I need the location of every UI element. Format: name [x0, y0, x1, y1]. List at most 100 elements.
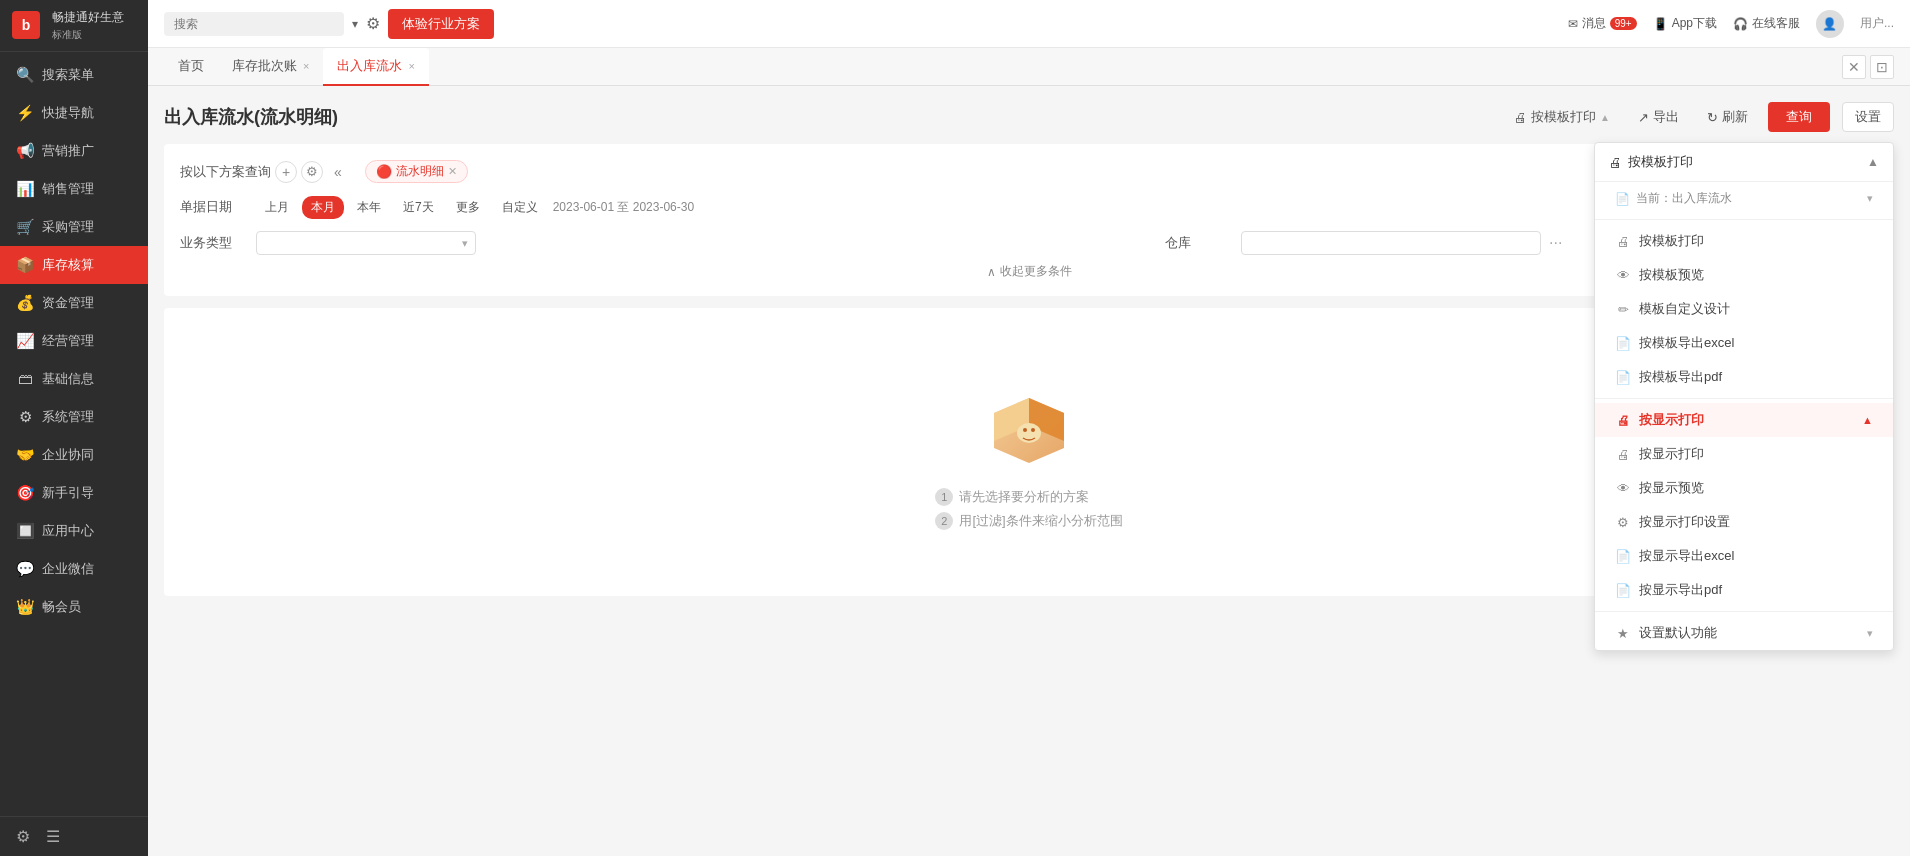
- logo-text: 畅捷通好生意: [52, 10, 124, 26]
- empty-tips: 1 请先选择要分析的方案 2 用[过滤]条件来缩小分析范围: [935, 488, 1122, 536]
- biz-type-select[interactable]: [256, 231, 476, 255]
- sidebar-item-search[interactable]: 🔍 搜索菜单: [0, 56, 148, 94]
- dropdown-item-display-print[interactable]: 🖨 按显示打印: [1595, 437, 1893, 471]
- sidebar-item-basic[interactable]: 🗃 基础信息: [0, 360, 148, 398]
- cooperation-icon: 🤝: [16, 446, 34, 464]
- export-button[interactable]: ↗ 导出: [1630, 104, 1687, 130]
- sidebar: b 畅捷通好生意 标准版 🔍 搜索菜单 ⚡ 快捷导航 📢 营销推广 📊 销售管理…: [0, 0, 148, 856]
- sidebar-item-marketing[interactable]: 📢 营销推广: [0, 132, 148, 170]
- sidebar-item-finance[interactable]: 💰 资金管理: [0, 284, 148, 322]
- template-custom-icon: ✏: [1615, 301, 1631, 317]
- sidebar-item-member[interactable]: 👑 畅会员: [0, 588, 148, 626]
- display-preview-icon: 👁: [1615, 480, 1631, 496]
- filter-collapse-button[interactable]: «: [327, 161, 349, 183]
- set-default-icon: ★: [1615, 625, 1631, 641]
- empty-tip-2: 2 用[过滤]条件来缩小分析范围: [935, 512, 1122, 530]
- sidebar-item-operation[interactable]: 📈 经营管理: [0, 322, 148, 360]
- message-icon: ✉: [1568, 17, 1578, 31]
- sidebar-item-cooperation[interactable]: 🤝 企业协同: [0, 436, 148, 474]
- filter-tag-close[interactable]: ✕: [448, 165, 457, 178]
- system-icon: ⚙: [16, 408, 34, 426]
- dropdown-item-display-excel[interactable]: 📄 按显示导出excel: [1595, 539, 1893, 573]
- dropdown-item-template-preview[interactable]: 👁 按模板预览: [1595, 258, 1893, 292]
- dropdown-current: 📄 当前：出入库流水 ▾: [1595, 182, 1893, 215]
- template-print-icon: 🖨: [1615, 233, 1631, 249]
- warehouse-label: 仓库: [1165, 234, 1225, 252]
- sidebar-item-purchase[interactable]: 🛒 采购管理: [0, 208, 148, 246]
- operation-icon: 📈: [16, 332, 34, 350]
- dropdown-item-set-default[interactable]: ★ 设置默认功能 ▾: [1595, 616, 1893, 650]
- topbar-search-input[interactable]: [164, 12, 344, 36]
- template-excel-icon: 📄: [1615, 335, 1631, 351]
- dropdown-section-display[interactable]: 🖨 按显示打印 ▲: [1595, 403, 1893, 437]
- warehouse-more-icon[interactable]: ···: [1549, 234, 1562, 252]
- search-nav-icon: 🔍: [16, 66, 34, 84]
- topbar-dropdown-arrow[interactable]: ▾: [352, 17, 358, 31]
- industry-solution-button[interactable]: 体验行业方案: [388, 9, 494, 39]
- sidebar-item-system[interactable]: ⚙ 系统管理: [0, 398, 148, 436]
- tab-home[interactable]: 首页: [164, 48, 218, 86]
- date-quick-buttons: 上月 本月 本年 近7天 更多 自定义: [256, 196, 547, 219]
- dropdown-item-template-excel[interactable]: 📄 按模板导出excel: [1595, 326, 1893, 360]
- page-header: 出入库流水(流水明细) 🖨 按模板打印 ▲ ↗ 导出 ↻ 刷新: [164, 102, 1894, 132]
- tab-batch[interactable]: 库存批次账 ×: [218, 48, 323, 86]
- guide-icon: 🎯: [16, 484, 34, 502]
- filter-setting-button[interactable]: ⚙: [301, 161, 323, 183]
- sidebar-item-sales[interactable]: 📊 销售管理: [0, 170, 148, 208]
- sidebar-item-inventory[interactable]: 📦 库存核算: [0, 246, 148, 284]
- setup-button[interactable]: 设置: [1842, 102, 1894, 132]
- warehouse-input[interactable]: [1241, 231, 1541, 255]
- wechat-icon: 💬: [16, 560, 34, 578]
- sidebar-settings-icon[interactable]: ⚙: [16, 827, 30, 846]
- refresh-button[interactable]: ↻ 刷新: [1699, 104, 1756, 130]
- set-default-arrow: ▾: [1867, 627, 1873, 640]
- topbar-online-service[interactable]: 🎧 在线客服: [1733, 15, 1800, 32]
- tabs-bar: 首页 库存批次账 × 出入库流水 × ✕ ⊡: [148, 48, 1910, 86]
- query-button[interactable]: 查询: [1768, 102, 1830, 132]
- page-title: 出入库流水(流水明细): [164, 105, 338, 129]
- topbar-messages[interactable]: ✉ 消息 99+: [1568, 15, 1637, 32]
- dropdown-item-display-pdf[interactable]: 📄 按显示导出pdf: [1595, 573, 1893, 607]
- tab-flow[interactable]: 出入库流水 ×: [323, 48, 428, 86]
- purchase-icon: 🛒: [16, 218, 34, 236]
- message-label: 消息: [1582, 15, 1606, 32]
- sidebar-item-apps[interactable]: 🔲 应用中心: [0, 512, 148, 550]
- tab-flow-close[interactable]: ×: [408, 60, 414, 72]
- phone-icon: 📱: [1653, 17, 1668, 31]
- date-btn-last-month[interactable]: 上月: [256, 196, 298, 219]
- topbar-app-download[interactable]: 📱 App下载: [1653, 15, 1717, 32]
- display-excel-icon: 📄: [1615, 548, 1631, 564]
- filter-add-button[interactable]: +: [275, 161, 297, 183]
- dropdown-item-display-settings[interactable]: ⚙ 按显示打印设置: [1595, 505, 1893, 539]
- sidebar-menu-icon[interactable]: ☰: [46, 827, 60, 846]
- dropdown-collapse-arrow[interactable]: ▲: [1867, 155, 1879, 169]
- dropdown-item-template-custom[interactable]: ✏ 模板自定义设计: [1595, 292, 1893, 326]
- username-label: 用户...: [1860, 15, 1894, 32]
- tab-batch-close[interactable]: ×: [303, 60, 309, 72]
- print-dropdown-arrow: ▲: [1600, 112, 1610, 123]
- date-btn-this-month[interactable]: 本月: [302, 196, 344, 219]
- marketing-icon: 📢: [16, 142, 34, 160]
- date-btn-last7[interactable]: 近7天: [394, 196, 443, 219]
- display-section-arrow: ▲: [1862, 414, 1873, 426]
- user-avatar[interactable]: 👤: [1816, 10, 1844, 38]
- dropdown-item-template-print[interactable]: 🖨 按模板打印: [1595, 224, 1893, 258]
- tab-expand-button[interactable]: ⊡: [1870, 55, 1894, 79]
- biz-type-label: 业务类型: [180, 234, 240, 252]
- dropdown-item-template-pdf[interactable]: 📄 按模板导出pdf: [1595, 360, 1893, 394]
- dropdown-item-display-preview[interactable]: 👁 按显示预览: [1595, 471, 1893, 505]
- sidebar-item-wechat[interactable]: 💬 企业微信: [0, 550, 148, 588]
- sidebar-item-guide[interactable]: 🎯 新手引导: [0, 474, 148, 512]
- print-template-button[interactable]: 🖨 按模板打印 ▲: [1506, 104, 1618, 130]
- topbar-gear-icon[interactable]: ⚙: [366, 14, 380, 33]
- date-btn-this-year[interactable]: 本年: [348, 196, 390, 219]
- svg-point-4: [1023, 428, 1027, 432]
- date-btn-more[interactable]: 更多: [447, 196, 489, 219]
- date-range-text: 2023-06-01 至 2023-06-30: [553, 199, 694, 216]
- tab-close-all-button[interactable]: ✕: [1842, 55, 1866, 79]
- date-btn-custom[interactable]: 自定义: [493, 196, 547, 219]
- sidebar-item-quick-nav[interactable]: ⚡ 快捷导航: [0, 94, 148, 132]
- filter-tag-icon: 🔴: [376, 164, 392, 179]
- topbar: ▾ ⚙ 体验行业方案 ✉ 消息 99+ 📱 App下载 🎧 在线客服 👤 用户.…: [148, 0, 1910, 48]
- collapse-button[interactable]: ∧ 收起更多条件: [987, 263, 1072, 280]
